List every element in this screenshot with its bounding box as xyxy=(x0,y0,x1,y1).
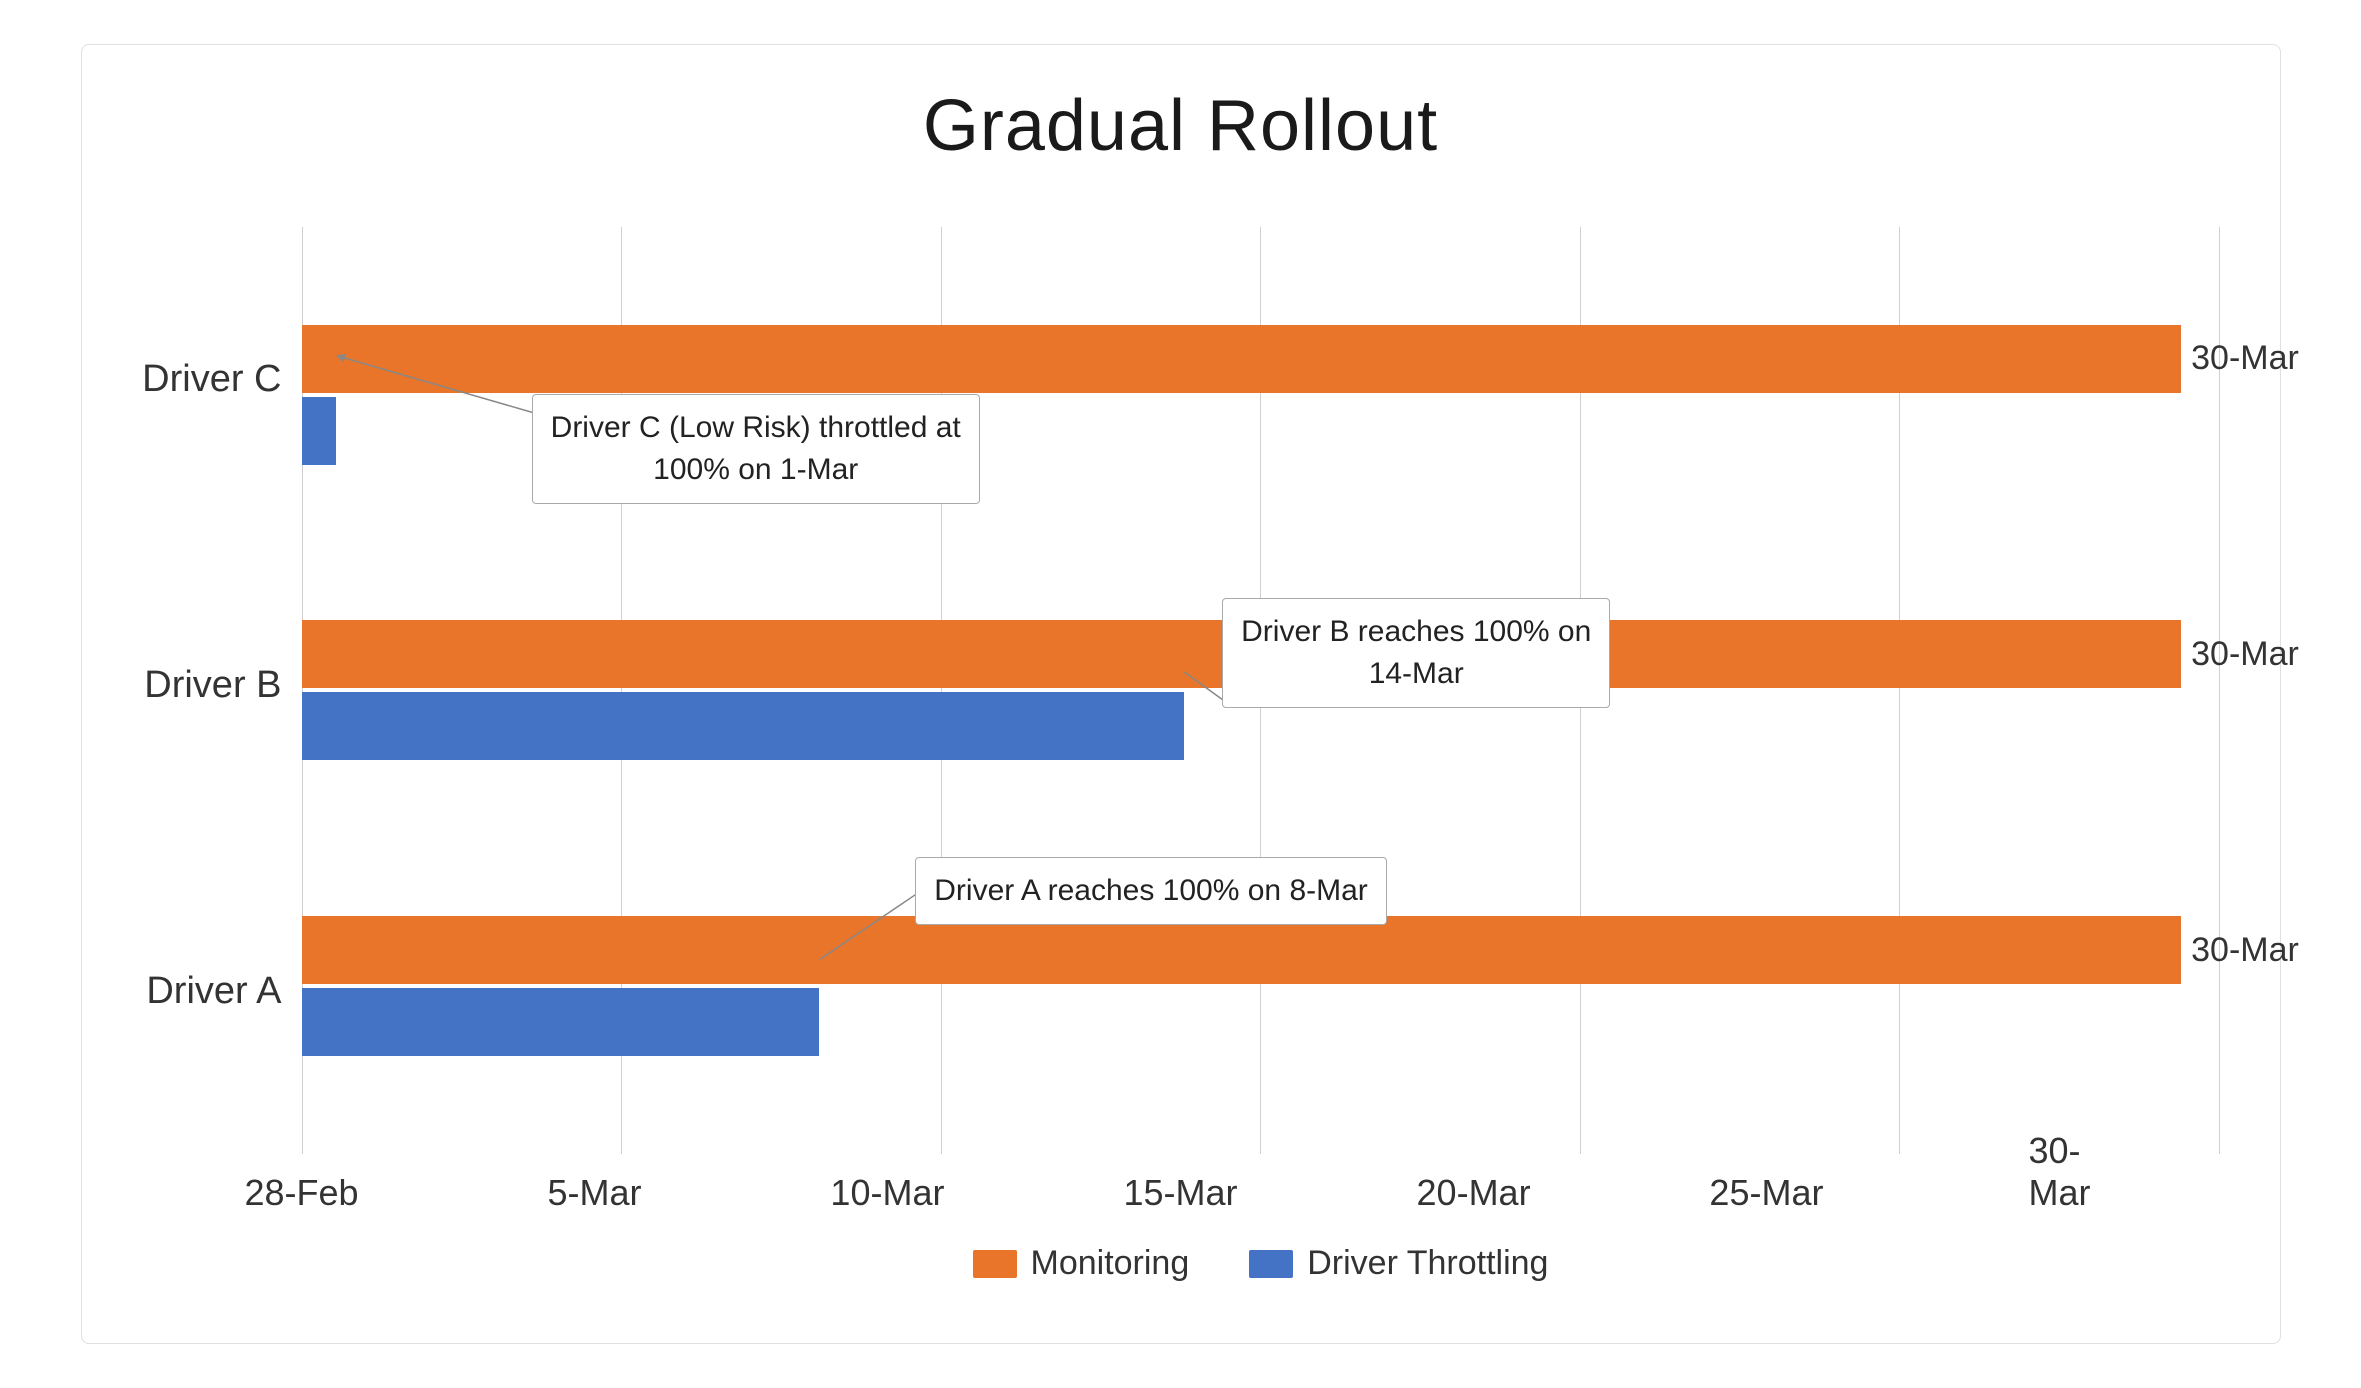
annotation-driver-a: Driver A reaches 100% on 8-Mar xyxy=(915,857,1387,925)
x-label-25mar: 25-Mar xyxy=(1709,1172,1823,1214)
legend: Monitoring Driver Throttling xyxy=(302,1244,2220,1283)
bar-row-driver-c-orange: 30-Mar xyxy=(302,325,2220,393)
right-label-driver-c: 30-Mar xyxy=(2191,339,2349,378)
x-label-5mar: 5-Mar xyxy=(548,1172,642,1214)
x-label-15mar: 15-Mar xyxy=(1123,1172,1237,1214)
legend-label-monitoring: Monitoring xyxy=(1031,1244,1190,1283)
bar-driver-a-throttling xyxy=(302,988,820,1056)
bar-driver-b-throttling xyxy=(302,692,1184,760)
y-label-driver-c: Driver C xyxy=(142,358,302,401)
x-axis: 28-Feb 5-Mar 10-Mar 15-Mar 20-Mar 25-Mar… xyxy=(302,1154,2060,1214)
right-label-driver-b: 30-Mar xyxy=(2191,635,2349,674)
annotation-driver-c: Driver C (Low Risk) throttled at100% on … xyxy=(532,394,980,504)
x-label-28feb: 28-Feb xyxy=(244,1172,358,1214)
bar-group-driver-a: 30-Mar xyxy=(302,916,2220,1056)
legend-swatch-monitoring xyxy=(973,1250,1017,1278)
bar-driver-c-throttling xyxy=(302,397,337,465)
bar-row-driver-a-orange: 30-Mar xyxy=(302,916,2220,984)
bar-driver-a-monitoring xyxy=(302,916,2182,984)
y-label-driver-b: Driver B xyxy=(142,664,302,707)
y-axis: Driver C Driver B Driver A xyxy=(142,227,302,1154)
y-label-driver-a: Driver A xyxy=(142,970,302,1013)
x-label-10mar: 10-Mar xyxy=(830,1172,944,1214)
legend-item-throttling: Driver Throttling xyxy=(1249,1244,1548,1283)
annotation-driver-b: Driver B reaches 100% on14-Mar xyxy=(1222,598,1610,708)
chart-area: Driver C Driver B Driver A xyxy=(142,227,2220,1283)
legend-swatch-throttling xyxy=(1249,1250,1293,1278)
legend-label-throttling: Driver Throttling xyxy=(1307,1244,1548,1283)
chart-container: Gradual Rollout Driver C Driver B Driver… xyxy=(81,44,2281,1344)
chart-title: Gradual Rollout xyxy=(142,85,2220,167)
legend-item-monitoring: Monitoring xyxy=(973,1244,1190,1283)
plot-area: 30-Mar 30-Mar xyxy=(302,227,2220,1154)
bar-row-driver-a-blue xyxy=(302,988,2220,1056)
right-label-driver-a: 30-Mar xyxy=(2191,931,2349,970)
chart-plot: Driver C Driver B Driver A xyxy=(142,227,2220,1154)
bar-driver-c-monitoring xyxy=(302,325,2182,393)
x-label-20mar: 20-Mar xyxy=(1417,1172,1531,1214)
